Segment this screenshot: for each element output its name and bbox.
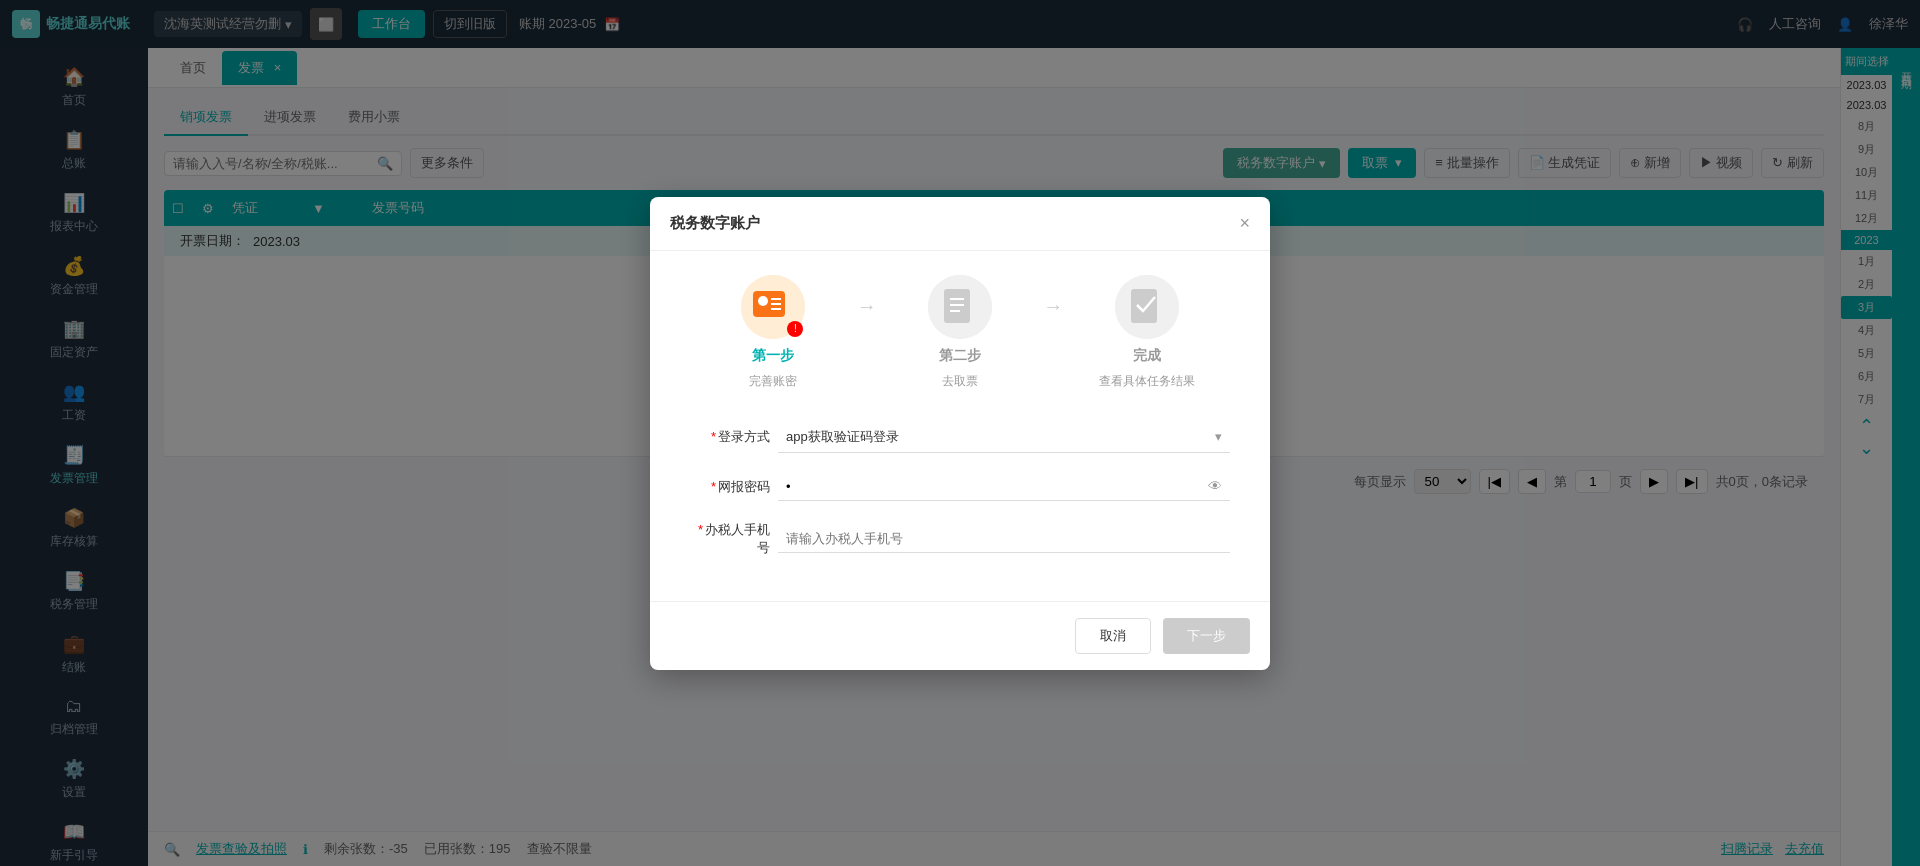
step-3-desc: 查看具体任务结果 xyxy=(1099,373,1195,390)
step-3-icon-wrap xyxy=(1115,275,1179,339)
steps-container: ! 第一步 完善账密 → xyxy=(690,275,1230,390)
step-2-icon-svg xyxy=(928,275,992,339)
phone-input[interactable] xyxy=(778,525,1230,553)
step-3-icon-svg xyxy=(1115,275,1179,339)
password-label: 网报密码 xyxy=(690,478,770,496)
modal: 税务数字账户 × xyxy=(650,197,1270,670)
step-1-badge: ! xyxy=(787,321,803,337)
login-method-arrow-icon: ▾ xyxy=(1215,429,1222,444)
step-1-desc: 完善账密 xyxy=(749,373,797,390)
phone-label: 办税人手机号 xyxy=(690,521,770,557)
arrow-1: → xyxy=(857,275,877,318)
step-2-icon-wrap xyxy=(928,275,992,339)
step-2-label: 第二步 xyxy=(939,347,981,365)
step-2: 第二步 去取票 xyxy=(877,275,1044,390)
arrow-2: → xyxy=(1043,275,1063,318)
modal-form: 登录方式 app获取验证码登录 ▾ 网报密码 👁 办税人手机 xyxy=(690,422,1230,557)
svg-point-2 xyxy=(758,296,768,306)
login-method-value: app获取验证码登录 xyxy=(786,428,899,446)
cancel-button[interactable]: 取消 xyxy=(1075,618,1151,654)
password-wrap: 👁 xyxy=(778,473,1230,501)
login-method-select[interactable]: app获取验证码登录 ▾ xyxy=(778,422,1230,453)
svg-rect-12 xyxy=(1131,289,1157,323)
login-method-label: 登录方式 xyxy=(690,428,770,446)
password-toggle-icon[interactable]: 👁 xyxy=(1200,474,1230,498)
modal-body: ! 第一步 完善账密 → xyxy=(650,251,1270,601)
next-button[interactable]: 下一步 xyxy=(1163,618,1250,654)
modal-close-button[interactable]: × xyxy=(1239,213,1250,234)
step-3-label: 完成 xyxy=(1133,347,1161,365)
form-row-password: 网报密码 👁 xyxy=(690,473,1230,501)
step-1-label: 第一步 xyxy=(752,347,794,365)
modal-header: 税务数字账户 × xyxy=(650,197,1270,251)
step-2-desc: 去取票 xyxy=(942,373,978,390)
modal-title: 税务数字账户 xyxy=(670,214,760,233)
step-1-icon-wrap: ! xyxy=(741,275,805,339)
password-input[interactable] xyxy=(778,473,1200,500)
step-3: 完成 查看具体任务结果 xyxy=(1063,275,1230,390)
modal-overlay[interactable]: 税务数字账户 × xyxy=(0,0,1920,866)
form-row-phone: 办税人手机号 xyxy=(690,521,1230,557)
modal-footer: 取消 下一步 xyxy=(650,601,1270,670)
form-row-login-method: 登录方式 app获取验证码登录 ▾ xyxy=(690,422,1230,453)
step-1: ! 第一步 完善账密 xyxy=(690,275,857,390)
